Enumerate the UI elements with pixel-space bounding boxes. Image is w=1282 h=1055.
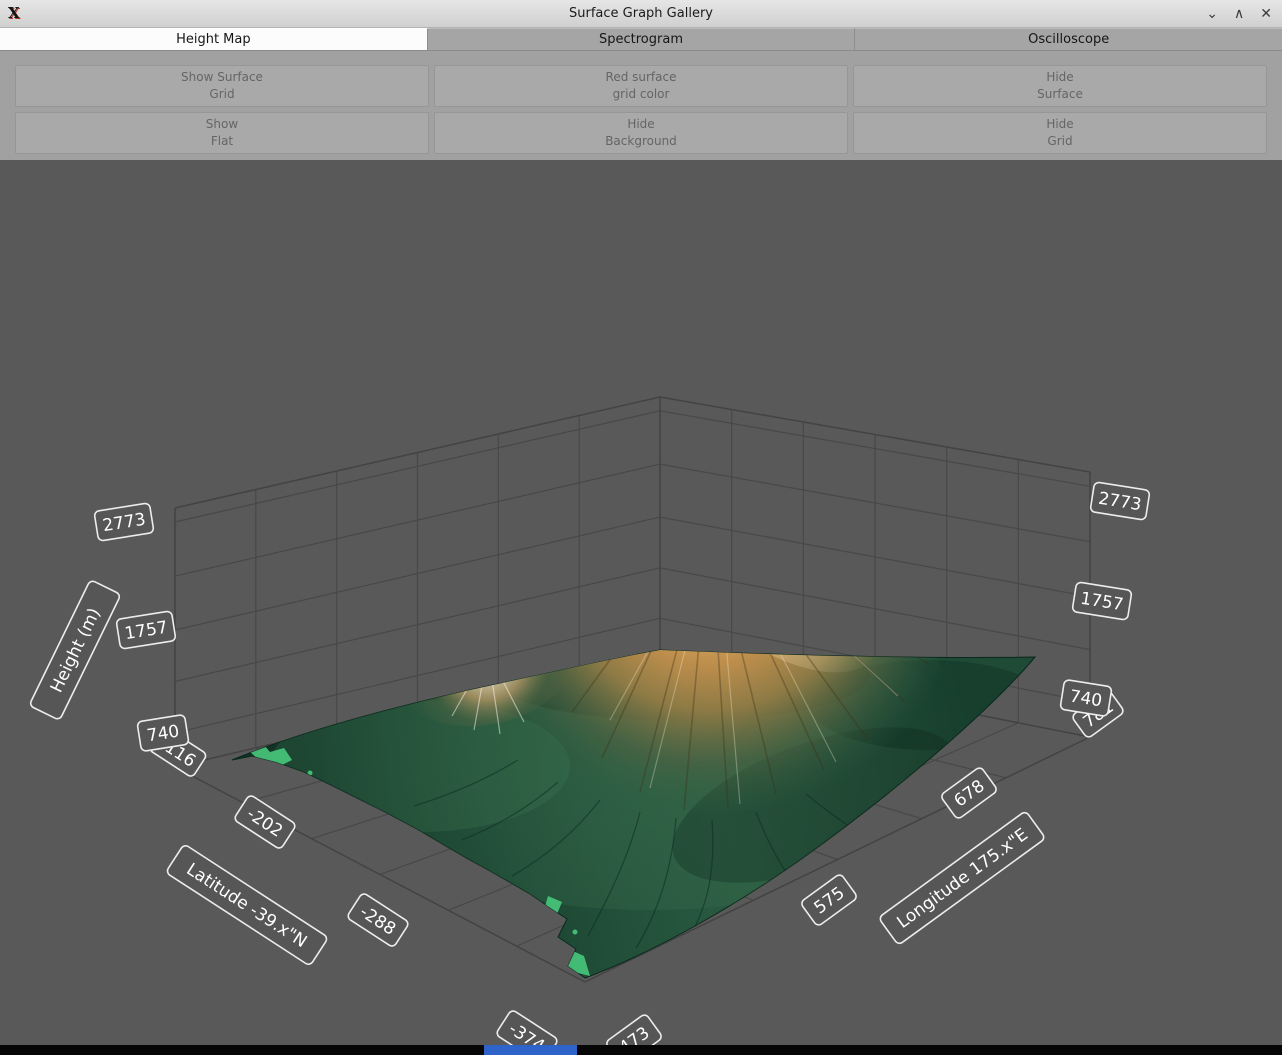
tab-height-map[interactable]: Height Map: [0, 28, 428, 50]
button-label: Show: [206, 116, 238, 133]
hide-grid-button[interactable]: Hide Grid: [853, 112, 1267, 154]
button-label: grid color: [613, 86, 670, 103]
window-title: Surface Graph Gallery: [0, 6, 1282, 21]
window-controls: ⌄ ∧ ✕: [1206, 0, 1272, 28]
button-label: Hide: [1046, 116, 1073, 133]
button-label: Hide: [1046, 69, 1073, 86]
tick-label-height-740-left: 740: [137, 714, 189, 751]
red-surface-grid-color-button[interactable]: Red surface grid color: [434, 65, 848, 107]
show-surface-grid-button[interactable]: Show Surface Grid: [15, 65, 429, 107]
tab-oscilloscope[interactable]: Oscilloscope: [855, 28, 1282, 50]
button-label: Surface: [1037, 86, 1083, 103]
window-close-icon[interactable]: ✕: [1260, 0, 1272, 28]
button-label: Grid: [209, 86, 234, 103]
button-label: Red surface: [606, 69, 677, 86]
application-window: X Surface Graph Gallery ⌄ ∧ ✕ Height Map…: [0, 0, 1282, 1045]
hide-background-button[interactable]: Hide Background: [434, 112, 848, 154]
button-label: Hide: [627, 116, 654, 133]
window-titlebar: X Surface Graph Gallery ⌄ ∧ ✕: [0, 0, 1282, 28]
tick-label-height-740-right: 740: [1060, 679, 1112, 716]
taskbar-strip: [0, 1045, 1282, 1055]
window-maximize-icon[interactable]: ∧: [1234, 0, 1244, 28]
button-label: Grid: [1047, 133, 1072, 150]
tab-bar: Height Map Spectrogram Oscilloscope: [0, 28, 1282, 51]
button-label: Show Surface: [181, 69, 263, 86]
taskbar-highlight-segment[interactable]: [484, 1045, 577, 1055]
toolbar: Show Surface Grid Red surface grid color…: [0, 51, 1282, 160]
button-label: Background: [605, 133, 677, 150]
window-shade-icon[interactable]: ⌄: [1206, 0, 1218, 28]
tab-spectrogram[interactable]: Spectrogram: [428, 28, 856, 50]
hide-surface-button[interactable]: Hide Surface: [853, 65, 1267, 107]
button-label: Flat: [211, 133, 233, 150]
show-flat-button[interactable]: Show Flat: [15, 112, 429, 154]
height-map-chart[interactable]: -116 2773 1757 740 Height (m): [0, 160, 1282, 1045]
